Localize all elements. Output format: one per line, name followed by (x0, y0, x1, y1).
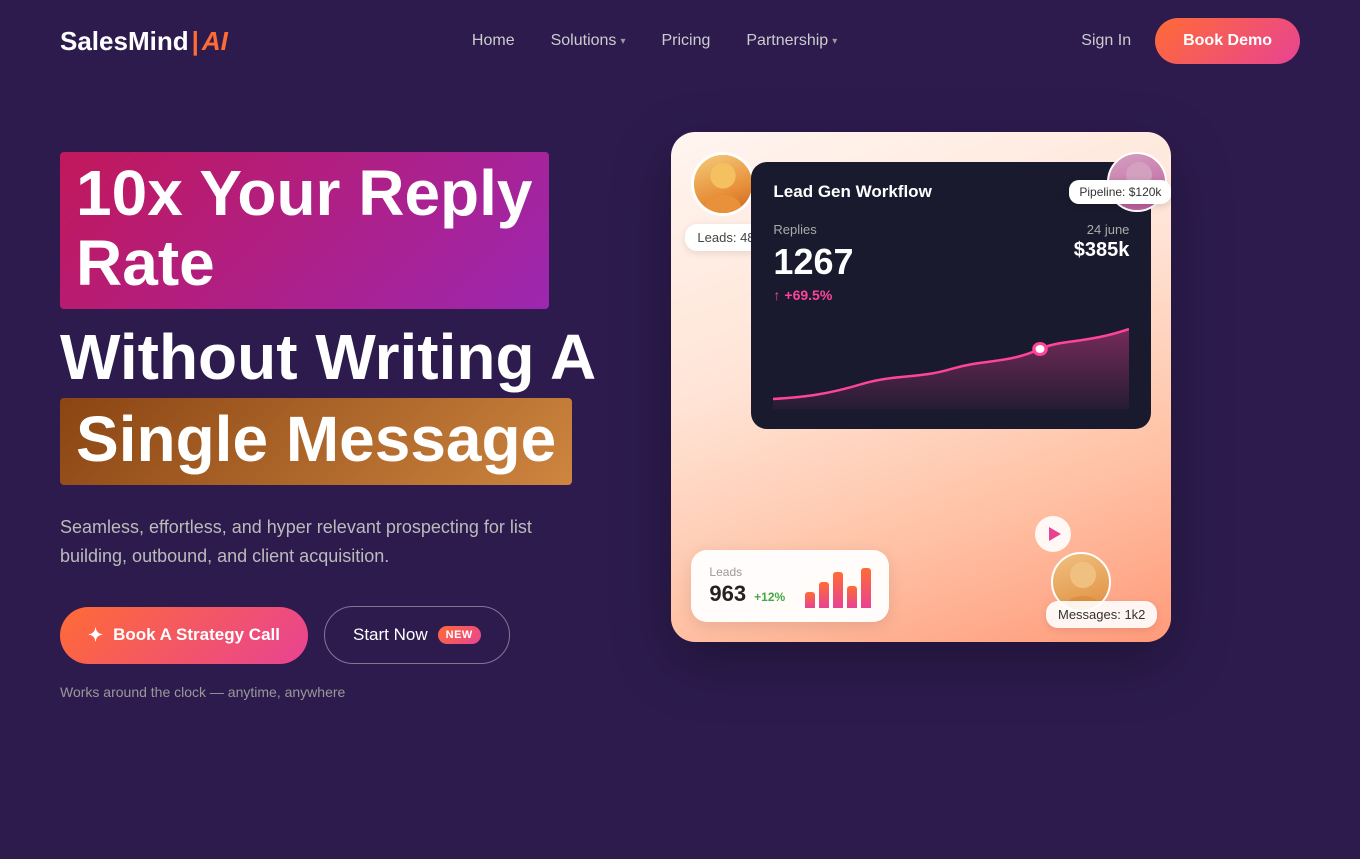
logo-ai: AI (202, 26, 228, 57)
workflow-title: Lead Gen Workflow (773, 182, 931, 202)
nav-right: Sign In Book Demo (1081, 18, 1300, 64)
nav-item-solutions[interactable]: Solutions ▾ (551, 32, 626, 50)
bar-2 (819, 582, 829, 608)
chevron-down-icon: ▾ (620, 36, 625, 47)
works-text: Works around the clock — anytime, anywhe… (60, 684, 631, 700)
replies-change: ↑ +69.5% (773, 287, 853, 303)
nav-item-home[interactable]: Home (472, 32, 515, 50)
replies-label: Replies (773, 222, 853, 237)
book-demo-button[interactable]: Book Demo (1155, 18, 1300, 64)
nav-link-home[interactable]: Home (472, 32, 515, 50)
headline-text-2: Rate (76, 227, 215, 299)
replies-value: 1267 (773, 241, 853, 283)
headline-text-1: 10x Your Reply (76, 157, 533, 229)
logo-pipe: | (192, 26, 199, 57)
headline-4: Single Message (76, 404, 556, 474)
replies-stat: Replies 1267 ↑ +69.5% (773, 222, 853, 303)
sign-in-link[interactable]: Sign In (1081, 32, 1131, 50)
bar-4 (847, 586, 857, 608)
strategy-label: Book A Strategy Call (113, 625, 280, 645)
headline-highlight-2: Single Message (60, 398, 572, 484)
workflow-stats: Replies 1267 ↑ +69.5% 24 june $385k (773, 222, 1129, 303)
messages-badge: Messages: 1k2 (1046, 601, 1157, 628)
line-chart (773, 319, 1129, 409)
leads-stat-change: +12% (754, 590, 785, 604)
start-label: Start Now (353, 625, 428, 645)
arrow-up-icon: ↑ (773, 287, 780, 303)
nav-item-partnership[interactable]: Partnership ▾ (746, 32, 837, 50)
leads-stat-value: 963 (709, 581, 746, 607)
stat-amount: $385k (1074, 239, 1130, 262)
mini-bar-chart (805, 564, 871, 608)
nav-item-pricing[interactable]: Pricing (661, 32, 710, 50)
hero-right: Leads: 487 Lead Gen Workflow Replies 126… (671, 122, 1300, 642)
dashboard-card: Leads: 487 Lead Gen Workflow Replies 126… (671, 132, 1171, 642)
bar-5 (861, 568, 871, 608)
sparkle-icon: ✦ (88, 625, 103, 646)
chart-area (773, 319, 1129, 409)
replies-change-text: +69.5% (784, 287, 832, 303)
workflow-panel: Lead Gen Workflow Replies 1267 ↑ +69.5% (751, 162, 1151, 429)
hero-left: 10x Your Reply Rate Without Writing A Si… (60, 122, 631, 700)
nav-link-solutions[interactable]: Solutions ▾ (551, 32, 626, 50)
date-stat: 24 june $385k (1074, 222, 1130, 262)
headline-plain: Without Writing A (60, 317, 631, 399)
bar-1 (805, 592, 815, 608)
navbar: SalesMind | AI Home Solutions ▾ Pricing … (0, 0, 1360, 82)
headline-1: 10x Your Reply (76, 158, 533, 228)
hero-subtitle: Seamless, effortless, and hyper relevant… (60, 513, 540, 571)
stat-date: 24 june (1074, 222, 1130, 237)
nav-link-partnership[interactable]: Partnership ▾ (746, 32, 837, 50)
nav-link-pricing[interactable]: Pricing (661, 32, 710, 50)
headline-highlight-1: 10x Your Reply Rate (60, 152, 549, 309)
play-icon (1049, 527, 1061, 541)
nav-links: Home Solutions ▾ Pricing Partnership ▾ (472, 32, 837, 50)
start-now-button[interactable]: Start Now NEW (324, 606, 510, 664)
avatar-top-left (691, 152, 755, 216)
cta-row: ✦ Book A Strategy Call Start Now NEW (60, 606, 631, 664)
nav-solutions-label: Solutions (551, 32, 617, 50)
book-strategy-button[interactable]: ✦ Book A Strategy Call (60, 607, 308, 664)
avatar-person-1 (694, 152, 752, 216)
headline-block: 10x Your Reply Rate (60, 152, 631, 309)
chevron-down-icon-2: ▾ (832, 36, 837, 47)
leads-stat-label: Leads (709, 565, 785, 579)
bottom-stats: Leads 963 +12% (691, 550, 889, 622)
leads-stat-bottom: Leads 963 +12% (709, 565, 785, 607)
play-button[interactable] (1035, 516, 1071, 552)
headline-3: Without Writing A (60, 317, 631, 399)
pipeline-badge: Pipeline: $120k (1069, 180, 1171, 204)
logo-text: SalesMind (60, 26, 189, 57)
nav-partnership-label: Partnership (746, 32, 828, 50)
headline-2: Rate (76, 228, 533, 298)
new-badge: NEW (438, 626, 481, 644)
bar-3 (833, 572, 843, 608)
hero-section: 10x Your Reply Rate Without Writing A Si… (0, 82, 1360, 802)
headline-text-4: Single Message (76, 403, 556, 475)
headline-text-3: Without Writing A (60, 321, 596, 393)
logo[interactable]: SalesMind | AI (60, 26, 228, 57)
